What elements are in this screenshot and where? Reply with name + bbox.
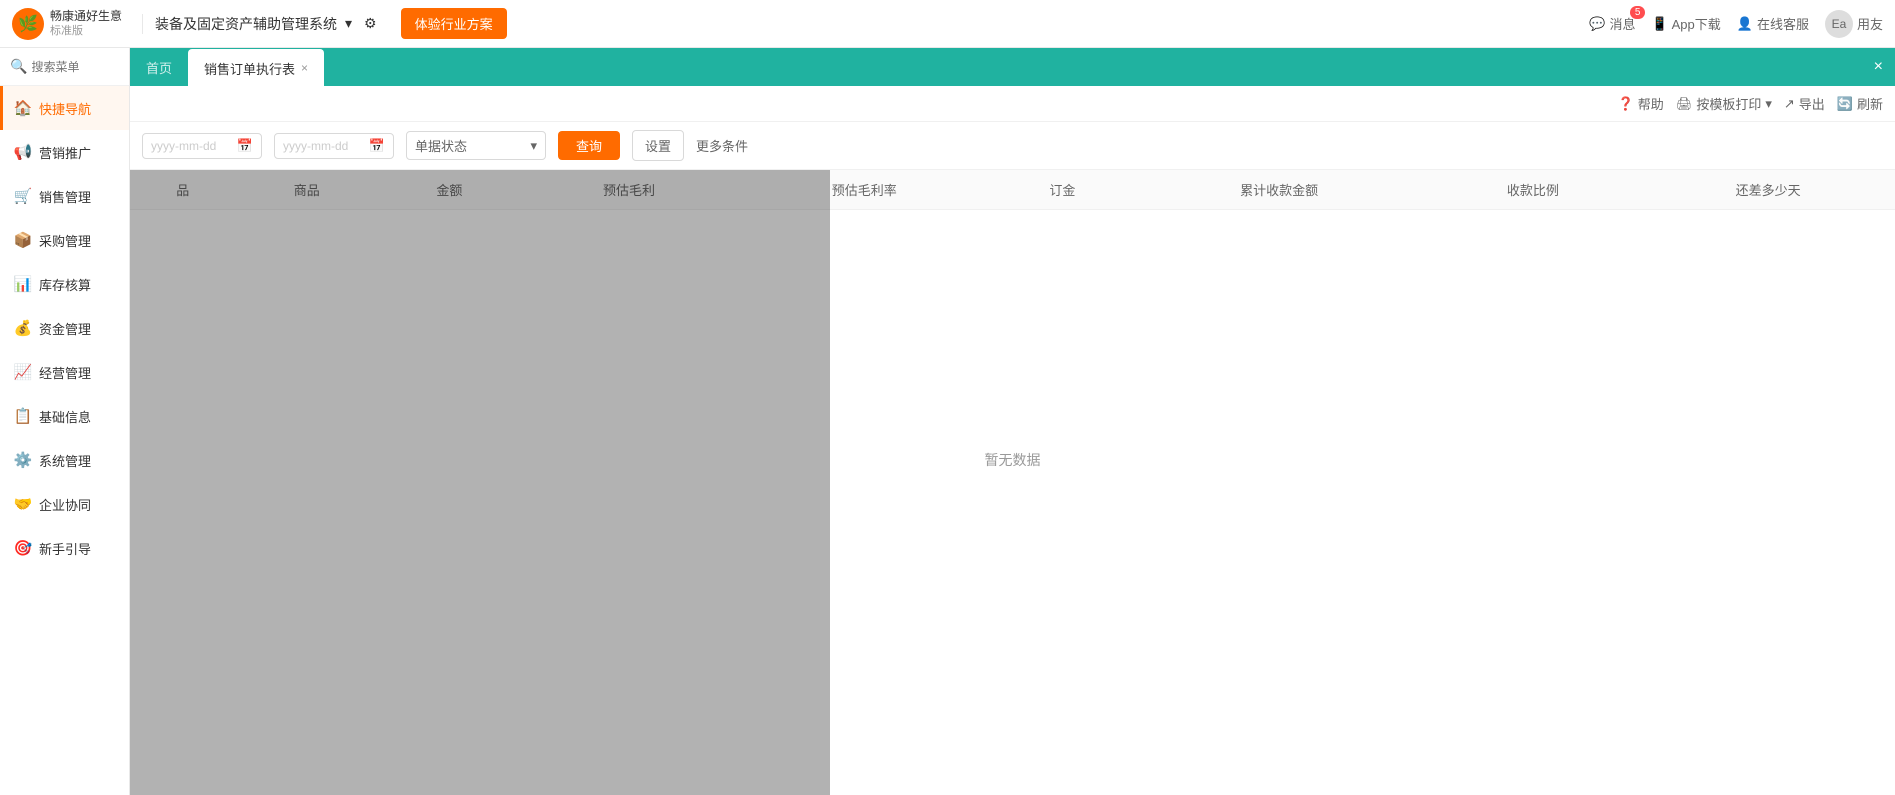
user-avatar-area[interactable]: Ea 用友: [1825, 10, 1883, 38]
help-icon: ❓: [1618, 96, 1634, 112]
page-toolbar: ❓ 帮助 🖨 按模板打印 ▾ ↗ 导出 🔄 刷新: [130, 86, 1895, 122]
service-icon: 👤: [1737, 16, 1753, 32]
status-select[interactable]: 单据状态 ▾: [406, 131, 546, 160]
tab-sales-order[interactable]: 销售订单执行表 ×: [188, 49, 324, 87]
export-button[interactable]: ↗ 导出: [1784, 94, 1825, 113]
tab-close-icon[interactable]: ×: [301, 61, 308, 75]
newbie-icon: 🎯: [13, 538, 33, 558]
title-dropdown-arrow[interactable]: ▾: [345, 15, 352, 32]
select-dropdown-icon: ▾: [530, 138, 537, 154]
sidebar-item-purchase[interactable]: 📦 采购管理: [0, 218, 129, 262]
user-avatar: Ea: [1825, 10, 1853, 38]
filter-row: yyyy-mm-dd 📅 yyyy-mm-dd 📅 单据状态 ▾ 查询 设置 更…: [130, 122, 1895, 170]
print-dropdown-icon: ▾: [1765, 96, 1772, 112]
sidebar-item-collab[interactable]: 🤝 企业协同: [0, 482, 129, 526]
sidebar-item-finance[interactable]: 💰 资金管理: [0, 306, 129, 350]
template-print-button[interactable]: 🖨 按模板打印 ▾: [1676, 94, 1772, 113]
online-service-button[interactable]: 👤 在线客服: [1737, 14, 1809, 33]
settings-icon[interactable]: ⚙: [364, 15, 377, 32]
sidebar-item-operations[interactable]: 📈 经营管理: [0, 350, 129, 394]
sidebar-item-sales[interactable]: 🛒 销售管理: [0, 174, 129, 218]
inventory-icon: 📊: [13, 274, 33, 294]
sidebar-item-newbie[interactable]: 🎯 新手引导: [0, 526, 129, 570]
download-icon: 📱: [1651, 16, 1667, 32]
collab-icon: 🤝: [13, 494, 33, 514]
calendar-icon: 📅: [237, 138, 253, 154]
set-button[interactable]: 设置: [632, 130, 684, 161]
print-icon: 🖨: [1676, 96, 1693, 112]
app-logo-icon: 🌿: [12, 8, 44, 40]
basic-icon: 📋: [13, 406, 33, 426]
tab-home[interactable]: 首页: [130, 48, 188, 86]
sidebar-item-system[interactable]: ⚙️ 系统管理: [0, 438, 129, 482]
operations-icon: 📈: [13, 362, 33, 382]
table-area: 品 商品 金额 预估毛利 预估毛利率 订金 累计收款金额 收款比例 还差多少天: [130, 170, 1895, 795]
system-title-text: 装备及固定资产辅助管理系统: [155, 14, 337, 34]
home-icon: 🏠: [13, 98, 33, 118]
sidebar-item-inventory[interactable]: 📊 库存核算: [0, 262, 129, 306]
sales-icon: 🛒: [13, 186, 33, 206]
more-conditions-link[interactable]: 更多条件: [696, 136, 748, 155]
help-button[interactable]: ❓ 帮助: [1618, 94, 1664, 113]
query-button[interactable]: 查询: [558, 131, 620, 160]
experience-button[interactable]: 体验行业方案: [401, 8, 507, 39]
sidebar-search-area[interactable]: 🔍: [0, 48, 129, 86]
app-download-button[interactable]: 📱 App下载: [1651, 14, 1720, 33]
tab-bar-close-button[interactable]: ×: [1862, 58, 1895, 76]
message-badge: 5: [1630, 6, 1646, 19]
message-icon: 💬: [1589, 16, 1605, 32]
app-logo-text: 畅康通好生意 标准版: [50, 9, 122, 39]
refresh-icon: 🔄: [1837, 96, 1853, 112]
sidebar-item-basic[interactable]: 📋 基础信息: [0, 394, 129, 438]
col-days-remaining: 还差多少天: [1641, 170, 1895, 210]
modal-overlay: 进货订单 ▶: [130, 170, 830, 795]
sidebar-navigation: 🏠 快捷导航 📢 营销推广 🛒 销售管理 📦 采购管理 📊 库存核: [0, 86, 129, 795]
message-button[interactable]: 💬 消息 5: [1589, 14, 1635, 33]
export-icon: ↗: [1784, 96, 1795, 112]
sidebar-item-marketing[interactable]: 📢 营销推广: [0, 130, 129, 174]
purchase-icon: 📦: [13, 230, 33, 250]
tab-bar: 首页 销售订单执行表 × ×: [130, 48, 1895, 86]
date-from-input[interactable]: yyyy-mm-dd 📅: [142, 133, 262, 159]
col-collected: 累计收款金额: [1134, 170, 1425, 210]
col-collection-ratio: 收款比例: [1425, 170, 1642, 210]
refresh-button[interactable]: 🔄 刷新: [1837, 94, 1883, 113]
date-to-input[interactable]: yyyy-mm-dd 📅: [274, 133, 394, 159]
col-deposit: 订金: [991, 170, 1134, 210]
marketing-icon: 📢: [13, 142, 33, 162]
system-title-area: 装备及固定资产辅助管理系统 ▾ ⚙: [142, 14, 389, 34]
calendar-icon-2: 📅: [369, 138, 385, 154]
system-icon: ⚙️: [13, 450, 33, 470]
sidebar-search-icon: 🔍: [10, 58, 27, 75]
sidebar-item-quick-nav[interactable]: 🏠 快捷导航: [0, 86, 129, 130]
finance-icon: 💰: [13, 318, 33, 338]
